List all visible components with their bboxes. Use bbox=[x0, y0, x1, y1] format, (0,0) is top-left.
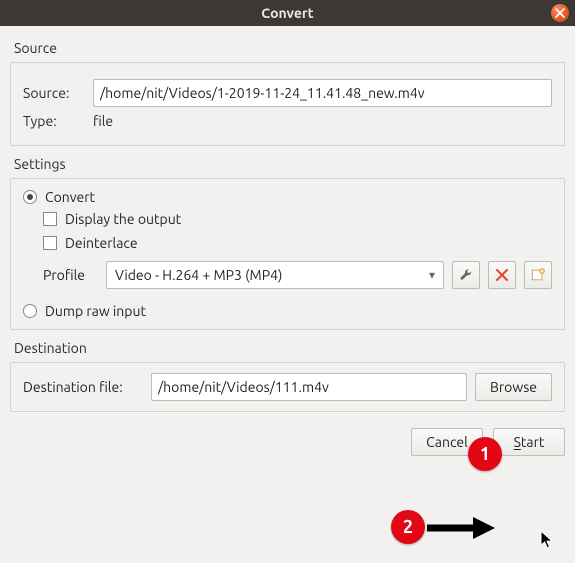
radio-dump-indicator bbox=[23, 304, 37, 318]
new-profile-button[interactable] bbox=[524, 261, 552, 289]
radio-convert-indicator bbox=[23, 190, 37, 204]
destination-file-label: Destination file: bbox=[23, 379, 143, 395]
edit-profile-button[interactable] bbox=[452, 261, 480, 289]
checkbox-display-output-label: Display the output bbox=[65, 211, 181, 227]
close-button[interactable] bbox=[551, 4, 569, 22]
destination-file-input[interactable] bbox=[151, 373, 467, 401]
mouse-cursor-icon bbox=[540, 530, 556, 550]
source-input[interactable] bbox=[93, 79, 552, 107]
checkbox-display-output-box bbox=[43, 212, 57, 226]
type-label: Type: bbox=[23, 113, 83, 129]
start-button-label: Start bbox=[514, 434, 545, 450]
checkbox-deinterlace-box bbox=[43, 236, 57, 250]
settings-group-label: Settings bbox=[14, 156, 563, 172]
radio-dump[interactable]: Dump raw input bbox=[23, 303, 552, 319]
profile-dropdown-value: Video - H.264 + MP3 (MP4) bbox=[115, 267, 282, 283]
checkbox-deinterlace-label: Deinterlace bbox=[65, 235, 138, 251]
close-icon bbox=[555, 8, 565, 18]
chevron-down-icon: ▾ bbox=[429, 268, 435, 282]
radio-dump-label: Dump raw input bbox=[45, 303, 146, 319]
destination-group-label: Destination bbox=[14, 340, 563, 356]
browse-button[interactable]: Browse bbox=[475, 373, 552, 401]
cancel-button-label: Cancel bbox=[426, 434, 468, 450]
dialog-footer: Cancel Start bbox=[0, 422, 575, 466]
start-button[interactable]: Start bbox=[493, 428, 565, 456]
wrench-icon bbox=[459, 268, 473, 282]
browse-button-label: Browse bbox=[490, 379, 537, 395]
radio-convert-label: Convert bbox=[45, 189, 95, 205]
checkbox-display-output[interactable]: Display the output bbox=[43, 211, 552, 227]
cancel-button[interactable]: Cancel bbox=[411, 428, 483, 456]
settings-group: Convert Display the output Deinterlace P… bbox=[10, 178, 565, 330]
source-group: Source: Type: file bbox=[10, 62, 565, 146]
annotation-badge-2: 2 bbox=[391, 510, 425, 544]
radio-convert[interactable]: Convert bbox=[23, 189, 552, 205]
source-group-label: Source bbox=[14, 40, 563, 56]
titlebar: Convert bbox=[0, 0, 575, 26]
checkbox-deinterlace[interactable]: Deinterlace bbox=[43, 235, 552, 251]
window-title: Convert bbox=[261, 5, 313, 21]
profile-dropdown[interactable]: Video - H.264 + MP3 (MP4) ▾ bbox=[106, 261, 444, 289]
destination-group: Destination file: Browse bbox=[10, 362, 565, 412]
source-label: Source: bbox=[23, 85, 83, 101]
delete-x-icon bbox=[496, 269, 508, 281]
delete-profile-button[interactable] bbox=[488, 261, 516, 289]
annotation-arrow bbox=[425, 516, 495, 540]
profile-label: Profile bbox=[43, 267, 98, 283]
type-value: file bbox=[93, 113, 113, 129]
new-profile-icon bbox=[531, 268, 545, 282]
